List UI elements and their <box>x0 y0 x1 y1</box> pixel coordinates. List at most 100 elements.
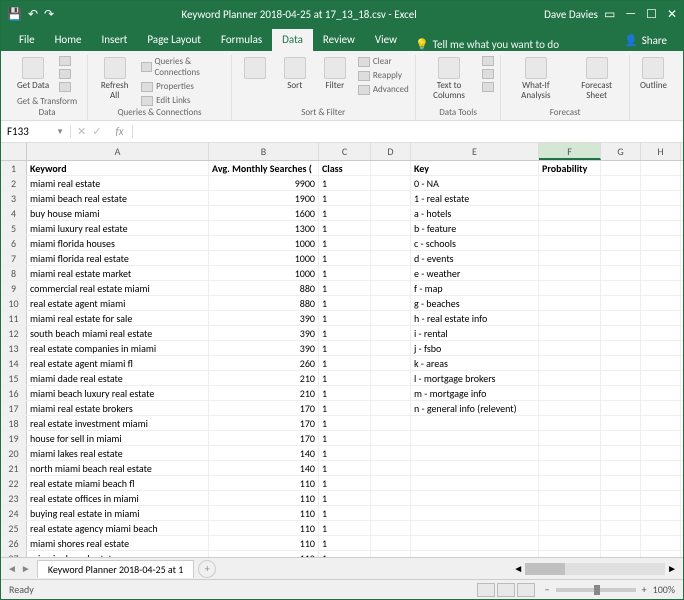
cell[interactable]: 110 <box>209 491 319 505</box>
cell[interactable]: miami lakes real estate <box>27 446 209 460</box>
cell[interactable]: 110 <box>209 521 319 535</box>
fx-icon[interactable]: fx <box>107 125 132 138</box>
cell[interactable] <box>641 251 681 265</box>
cell[interactable] <box>539 191 601 205</box>
cell[interactable]: 880 <box>209 281 319 295</box>
cell[interactable] <box>539 536 601 550</box>
cell[interactable]: 1 <box>319 521 371 535</box>
sheet-tab[interactable]: Keyword Planner 2018-04-25 at 1 <box>37 560 194 578</box>
cell[interactable]: Probability <box>539 161 601 175</box>
remove-dup-button[interactable] <box>482 68 494 80</box>
cell[interactable]: miami beach real estate <box>27 191 209 205</box>
col-header-F[interactable]: F <box>539 143 601 160</box>
cell[interactable]: e - weather <box>411 266 539 280</box>
cell[interactable]: miami florida real estate <box>27 251 209 265</box>
tell-me[interactable]: 💡Tell me what you want to do <box>415 38 559 51</box>
cell[interactable]: 1 <box>319 281 371 295</box>
cell[interactable] <box>371 161 411 175</box>
cell[interactable]: Key <box>411 161 539 175</box>
sort-az-button[interactable] <box>238 55 272 83</box>
cell[interactable] <box>371 446 411 460</box>
col-header-H[interactable]: H <box>641 143 681 160</box>
cell[interactable] <box>601 491 641 505</box>
cell[interactable]: 260 <box>209 356 319 370</box>
cell[interactable] <box>411 491 539 505</box>
row-header[interactable]: 21 <box>1 461 27 475</box>
row-header[interactable]: 24 <box>1 506 27 520</box>
user-name[interactable]: Dave Davies <box>544 8 598 21</box>
cell[interactable] <box>371 506 411 520</box>
cell[interactable]: m - mortgage info <box>411 386 539 400</box>
cell[interactable]: 1 <box>319 251 371 265</box>
cell[interactable]: buy house miami <box>27 206 209 220</box>
cell[interactable] <box>539 296 601 310</box>
row-header[interactable]: 7 <box>1 251 27 265</box>
cell[interactable] <box>371 311 411 325</box>
undo-icon[interactable]: ↶ <box>28 7 38 22</box>
cell[interactable]: 1300 <box>209 221 319 235</box>
ribbon-options-icon[interactable]: ▭ <box>604 7 615 22</box>
cell[interactable] <box>539 341 601 355</box>
cell[interactable]: 1 <box>319 356 371 370</box>
cell[interactable]: 1600 <box>209 206 319 220</box>
cell[interactable] <box>411 416 539 430</box>
cell[interactable]: l - mortgage brokers <box>411 371 539 385</box>
cell[interactable] <box>601 521 641 535</box>
cell[interactable] <box>601 251 641 265</box>
cell[interactable]: 210 <box>209 371 319 385</box>
cell[interactable]: i - rental <box>411 326 539 340</box>
cell[interactable]: 390 <box>209 341 319 355</box>
row-header[interactable]: 13 <box>1 341 27 355</box>
row-header[interactable]: 14 <box>1 356 27 370</box>
cell[interactable]: 1 <box>319 266 371 280</box>
cell[interactable]: real estate agent miami fl <box>27 356 209 370</box>
cell[interactable] <box>601 206 641 220</box>
cell[interactable] <box>601 356 641 370</box>
cell[interactable] <box>539 281 601 295</box>
cell[interactable]: f - map <box>411 281 539 295</box>
page-break-icon[interactable] <box>517 583 535 597</box>
maximize-icon[interactable]: ☐ <box>646 7 657 22</box>
reapply-button[interactable]: Reapply <box>358 69 409 82</box>
cell[interactable] <box>539 221 601 235</box>
cell[interactable] <box>641 446 681 460</box>
outline-button[interactable]: Outline <box>636 55 671 93</box>
cell[interactable] <box>411 536 539 550</box>
row-header[interactable]: 20 <box>1 446 27 460</box>
clear-button[interactable]: Clear <box>358 55 409 68</box>
save-icon[interactable]: 💾 <box>7 7 22 22</box>
cell[interactable] <box>641 341 681 355</box>
row-header[interactable]: 23 <box>1 491 27 505</box>
scroll-right-icon[interactable]: ► <box>667 562 677 575</box>
cell[interactable] <box>371 281 411 295</box>
row-header[interactable]: 18 <box>1 416 27 430</box>
cell[interactable] <box>411 431 539 445</box>
cell[interactable]: 1 <box>319 206 371 220</box>
cell[interactable]: 1 <box>319 236 371 250</box>
cell[interactable] <box>539 326 601 340</box>
cell[interactable]: real estate agency miami beach <box>27 521 209 535</box>
cell[interactable] <box>641 491 681 505</box>
cell[interactable] <box>641 221 681 235</box>
from-text-button[interactable] <box>59 55 71 67</box>
row-header[interactable]: 2 <box>1 176 27 190</box>
row-header[interactable]: 4 <box>1 206 27 220</box>
cell[interactable] <box>371 431 411 445</box>
cell[interactable] <box>371 521 411 535</box>
cell[interactable]: miami florida houses <box>27 236 209 250</box>
queries-connections-button[interactable]: Queries & Connections <box>141 55 225 79</box>
tab-review[interactable]: Review <box>313 29 365 51</box>
row-header[interactable]: 3 <box>1 191 27 205</box>
cell[interactable] <box>411 446 539 460</box>
cell[interactable]: 170 <box>209 401 319 415</box>
col-header-E[interactable]: E <box>411 143 539 160</box>
refresh-all-button[interactable]: Refresh All <box>94 55 135 103</box>
cell[interactable] <box>539 491 601 505</box>
cell[interactable]: n - general info (relevent) <box>411 401 539 415</box>
from-web-button[interactable] <box>59 68 71 80</box>
data-validation-button[interactable] <box>482 81 494 93</box>
cell[interactable] <box>371 371 411 385</box>
cell[interactable] <box>371 536 411 550</box>
row-header[interactable]: 9 <box>1 281 27 295</box>
sort-button[interactable]: Sort <box>278 55 312 93</box>
